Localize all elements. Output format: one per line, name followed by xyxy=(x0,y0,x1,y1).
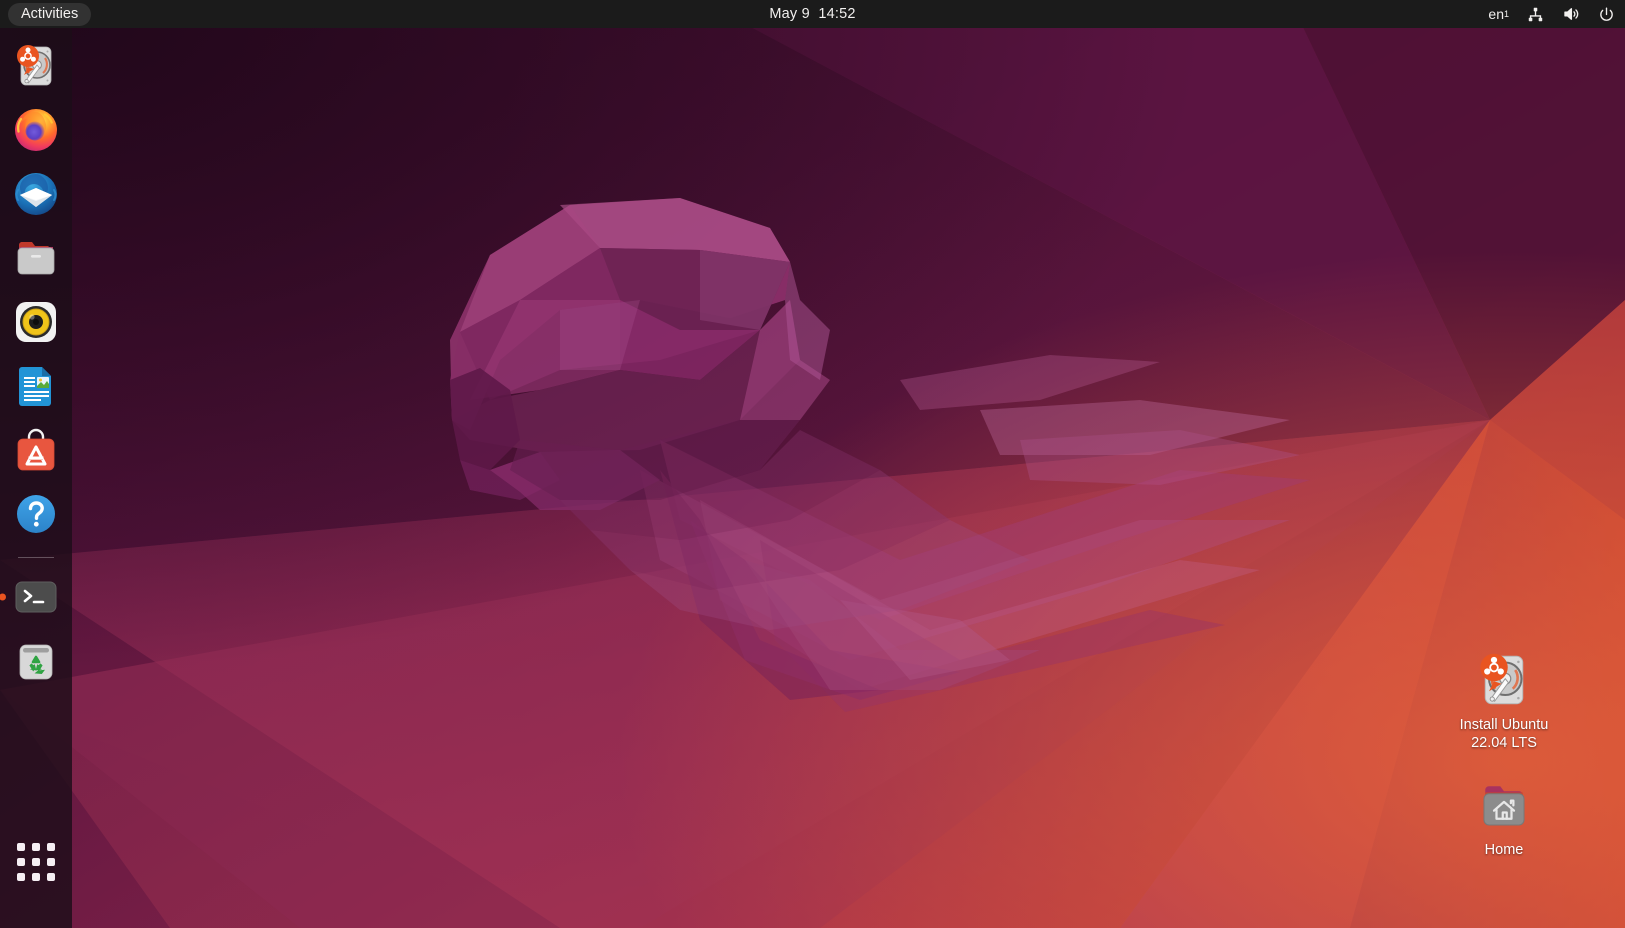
keyboard-layout-label: en xyxy=(1488,6,1504,22)
grid-dot xyxy=(32,858,40,866)
dock-app-list xyxy=(0,28,72,697)
clock[interactable]: May 9 14:52 xyxy=(769,6,855,22)
dock-item-trash[interactable] xyxy=(8,633,64,689)
dock-item-rhythmbox[interactable] xyxy=(8,294,64,350)
dock-item-thunderbird[interactable] xyxy=(8,166,64,222)
dock-separator xyxy=(18,557,54,558)
show-applications-button[interactable] xyxy=(12,838,60,886)
dock-item-help[interactable] xyxy=(8,486,64,542)
system-tray: en 1 xyxy=(1488,0,1615,28)
desktop-icon-label: Install Ubuntu 22.04 LTS xyxy=(1459,717,1549,751)
grid-dot xyxy=(17,873,25,881)
files-folder-icon xyxy=(17,242,55,275)
rhythmbox-icon xyxy=(16,302,56,342)
grid-dot xyxy=(32,873,40,881)
dock-item-install-ubuntu[interactable] xyxy=(8,38,64,94)
desktop-icon-install-ubuntu[interactable]: Install Ubuntu 22.04 LTS xyxy=(1445,650,1563,752)
activities-button[interactable]: Activities xyxy=(8,2,92,26)
dock-item-libreoffice[interactable] xyxy=(8,358,64,414)
keyboard-layout-indicator[interactable]: en 1 xyxy=(1488,7,1509,21)
firefox-icon xyxy=(15,109,57,151)
desktop-wallpaper xyxy=(0,0,1625,928)
power-icon[interactable] xyxy=(1598,6,1615,23)
dock-item-ubuntu-software[interactable] xyxy=(8,422,64,478)
ubuntu-software-icon xyxy=(17,428,55,471)
dock-item-firefox[interactable] xyxy=(8,102,64,158)
grid-dot xyxy=(32,843,40,851)
trash-icon xyxy=(19,644,53,680)
volume-icon[interactable] xyxy=(1562,5,1580,23)
thunderbird-icon xyxy=(15,173,57,215)
ubuntu-installer-icon xyxy=(1480,653,1524,705)
ubuntu-installer-icon xyxy=(17,45,52,86)
libreoffice-writer-icon xyxy=(19,367,51,406)
grid-dot xyxy=(17,858,25,866)
grid-dot xyxy=(47,843,55,851)
dock-item-files[interactable] xyxy=(8,230,64,286)
grid-dot xyxy=(47,858,55,866)
keyboard-layout-index: 1 xyxy=(1503,9,1509,19)
grid-dot xyxy=(47,873,55,881)
top-bar: Activities May 9 14:52 en 1 xyxy=(0,0,1625,28)
terminal-icon xyxy=(15,581,57,613)
dock-item-terminal[interactable] xyxy=(0,569,64,625)
desktop-icon-label: Home xyxy=(1484,842,1524,858)
network-icon[interactable] xyxy=(1527,6,1544,23)
desktop-icon-home[interactable]: Home xyxy=(1445,775,1563,859)
grid-dot xyxy=(17,843,25,851)
help-icon xyxy=(17,495,55,533)
clock-area: May 9 14:52 xyxy=(0,0,1625,28)
terminal-running-indicator xyxy=(0,593,6,601)
home-folder-icon xyxy=(1483,786,1525,826)
dock xyxy=(0,28,72,928)
